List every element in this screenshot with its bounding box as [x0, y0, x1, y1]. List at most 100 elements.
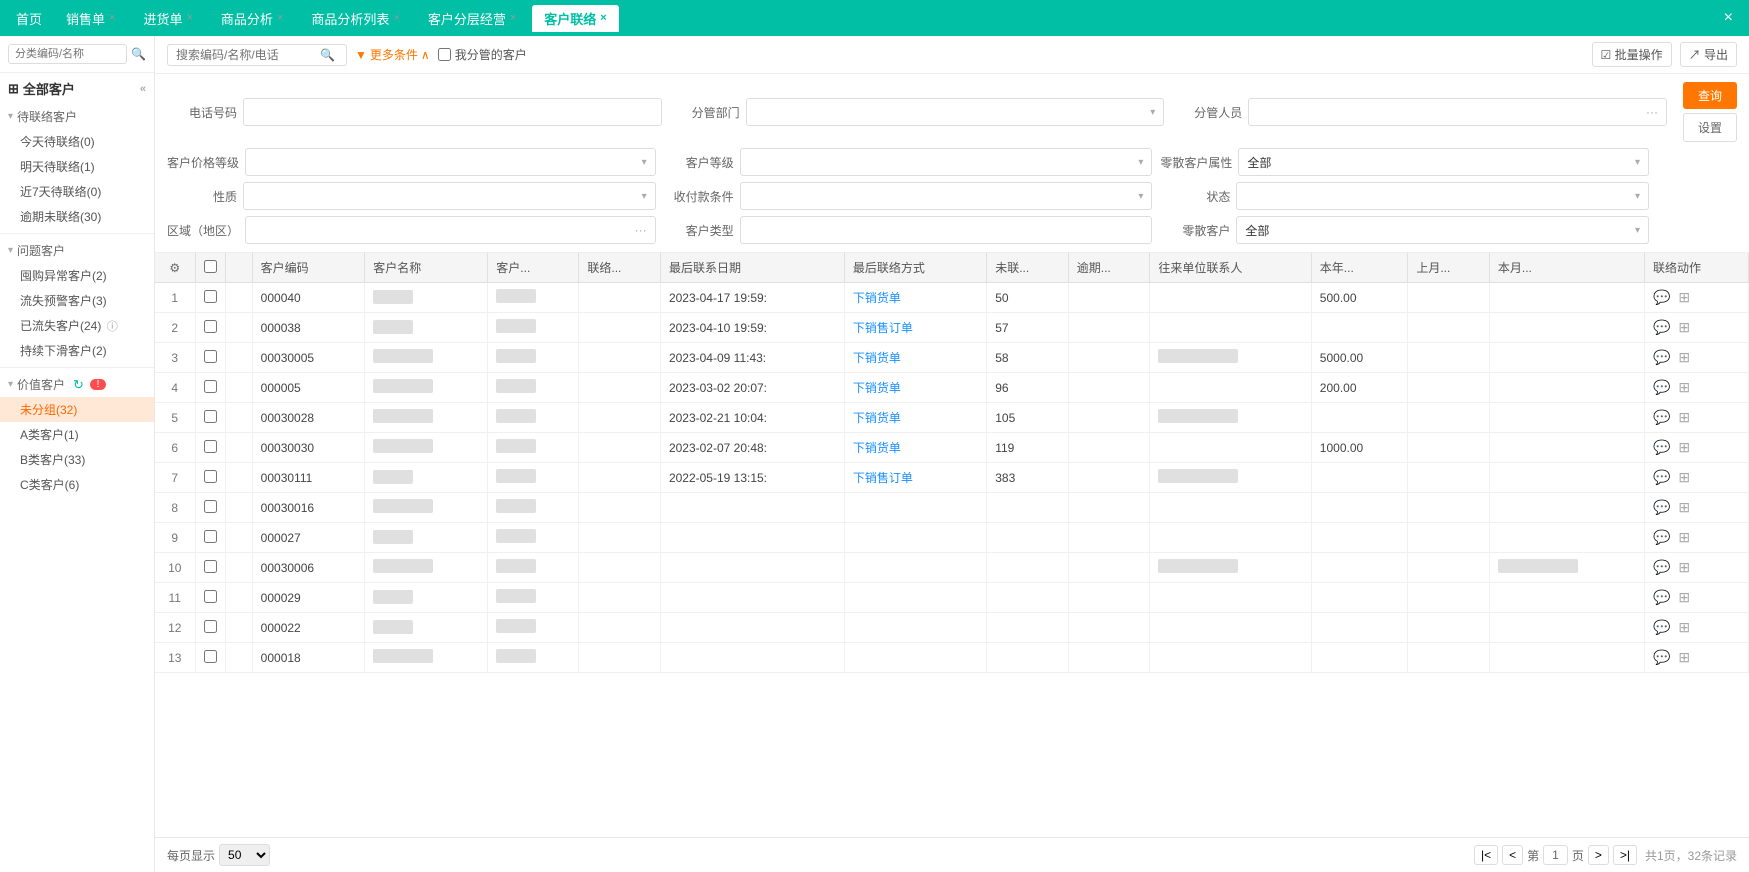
- row-checkbox[interactable]: [204, 380, 217, 393]
- table-cell[interactable]: 下销货单: [844, 433, 986, 463]
- batch-operation-btn[interactable]: ☑ 批量操作: [1592, 42, 1672, 67]
- grid-action-icon[interactable]: ⊞: [1678, 319, 1690, 336]
- col-type[interactable]: 客户...: [488, 253, 579, 283]
- tab-purchase-close[interactable]: ×: [186, 12, 192, 24]
- chat-icon[interactable]: 💬: [1653, 409, 1670, 426]
- query-button[interactable]: 查询: [1683, 82, 1737, 109]
- filter-search-icon[interactable]: 🔍: [320, 48, 335, 62]
- tab-customer-contact[interactable]: 客户联络 ×: [532, 5, 618, 32]
- row-checkbox[interactable]: [204, 290, 217, 303]
- chat-icon[interactable]: 💬: [1653, 469, 1670, 486]
- refresh-icon[interactable]: ↻: [73, 377, 84, 393]
- last-contact-type-link[interactable]: 下销售订单: [853, 471, 913, 485]
- dept-select[interactable]: ▾: [746, 98, 1165, 126]
- col-uncontacted[interactable]: 未联...: [987, 253, 1069, 283]
- payment-select[interactable]: ▾: [740, 182, 1153, 210]
- col-last-contact-date[interactable]: 最后联系日期: [660, 253, 844, 283]
- row-checkbox[interactable]: [204, 650, 217, 663]
- row-checkbox[interactable]: [204, 620, 217, 633]
- row-checkbox[interactable]: [204, 350, 217, 363]
- home-tab[interactable]: 首页: [8, 5, 50, 32]
- first-page-btn[interactable]: |<: [1474, 845, 1498, 865]
- tab-customer-segment-close[interactable]: ×: [510, 12, 516, 24]
- col-overdue[interactable]: 逾期...: [1068, 253, 1150, 283]
- grid-action-icon[interactable]: ⊞: [1678, 559, 1690, 576]
- tab-purchase[interactable]: 进货单 ×: [131, 5, 204, 32]
- col-contact[interactable]: 联络...: [579, 253, 661, 283]
- chat-icon[interactable]: 💬: [1653, 499, 1670, 516]
- chat-icon[interactable]: 💬: [1653, 589, 1670, 606]
- sidebar-item-churn-warning[interactable]: 流失预警客户(3): [0, 288, 154, 313]
- chat-icon[interactable]: 💬: [1653, 529, 1670, 546]
- table-cell[interactable]: 下销货单: [844, 373, 986, 403]
- col-this-month[interactable]: 本月...: [1489, 253, 1644, 283]
- sidebar-group-value[interactable]: ▾ 价值客户 ↻ !: [0, 372, 154, 397]
- row-checkbox[interactable]: [204, 410, 217, 423]
- chat-icon[interactable]: 💬: [1653, 439, 1670, 456]
- last-contact-type-link[interactable]: 下销货单: [853, 351, 901, 365]
- sidebar-search-input[interactable]: [8, 44, 127, 64]
- row-checkbox[interactable]: [204, 560, 217, 573]
- sidebar-item-class-c[interactable]: C类客户(6): [0, 472, 154, 497]
- grid-action-icon[interactable]: ⊞: [1678, 589, 1690, 606]
- table-cell[interactable]: 下销售订单: [844, 313, 986, 343]
- select-all-checkbox[interactable]: [204, 260, 217, 273]
- status-select[interactable]: ▾: [1236, 182, 1649, 210]
- filter-more-btn[interactable]: ▼ 更多条件 ∧: [355, 46, 430, 63]
- chat-icon[interactable]: 💬: [1653, 649, 1670, 666]
- sidebar-group-problem[interactable]: ▾ 问题客户: [0, 238, 154, 263]
- tab-product-analysis-close[interactable]: ×: [277, 12, 283, 24]
- last-page-btn[interactable]: >|: [1613, 845, 1637, 865]
- grid-action-icon[interactable]: ⊞: [1678, 469, 1690, 486]
- grid-action-icon[interactable]: ⊞: [1678, 379, 1690, 396]
- last-contact-type-link[interactable]: 下销货单: [853, 291, 901, 305]
- col-last-contact-type[interactable]: 最后联络方式: [844, 253, 986, 283]
- filter-search-input[interactable]: [176, 48, 316, 62]
- sidebar-item-class-b[interactable]: B类客户(33): [0, 447, 154, 472]
- last-contact-type-link[interactable]: 下销售订单: [853, 321, 913, 335]
- chat-icon[interactable]: 💬: [1653, 349, 1670, 366]
- chat-icon[interactable]: 💬: [1653, 379, 1670, 396]
- tab-product-analysis-list-close[interactable]: ×: [393, 12, 399, 24]
- grid-action-icon[interactable]: ⊞: [1678, 349, 1690, 366]
- customer-type-input[interactable]: [740, 216, 1153, 244]
- table-cell[interactable]: 下销货单: [844, 403, 986, 433]
- row-checkbox[interactable]: [204, 530, 217, 543]
- sidebar-item-ungroup[interactable]: 未分组(32): [0, 397, 154, 422]
- grid-action-icon[interactable]: ⊞: [1678, 439, 1690, 456]
- table-cell[interactable]: 下销售订单: [844, 463, 986, 493]
- row-checkbox[interactable]: [204, 590, 217, 603]
- my-customers-filter[interactable]: 我分管的客户: [438, 46, 527, 63]
- sidebar-all-customers[interactable]: ⊞ 全部客户 «: [0, 73, 154, 104]
- row-checkbox[interactable]: [204, 500, 217, 513]
- my-customers-checkbox[interactable]: [438, 48, 451, 61]
- sidebar-item-today-pending[interactable]: 今天待联络(0): [0, 129, 154, 154]
- tab-sales[interactable]: 销售单 ×: [54, 5, 127, 32]
- settings-icon[interactable]: ⚙: [155, 253, 195, 283]
- chat-icon[interactable]: 💬: [1653, 559, 1670, 576]
- col-unit-contact[interactable]: 往来单位联系人: [1150, 253, 1311, 283]
- region-input[interactable]: ···: [245, 216, 656, 244]
- tab-product-analysis-list[interactable]: 商品分析列表 ×: [299, 5, 411, 32]
- last-contact-type-link[interactable]: 下销货单: [853, 381, 901, 395]
- grid-action-icon[interactable]: ⊞: [1678, 289, 1690, 306]
- next-page-btn[interactable]: >: [1588, 845, 1609, 865]
- sidebar-item-class-a[interactable]: A类客户(1): [0, 422, 154, 447]
- grid-action-icon[interactable]: ⊞: [1678, 619, 1690, 636]
- grid-action-icon[interactable]: ⊞: [1678, 409, 1690, 426]
- sidebar-item-abnormal[interactable]: 囤购异常客户(2): [0, 263, 154, 288]
- phone-input[interactable]: [243, 98, 662, 126]
- grid-action-icon[interactable]: ⊞: [1678, 499, 1690, 516]
- col-this-year[interactable]: 本年...: [1311, 253, 1408, 283]
- table-cell[interactable]: 下销货单: [844, 343, 986, 373]
- sidebar-item-overdue[interactable]: 逾期未联络(30): [0, 204, 154, 229]
- tab-customer-segment[interactable]: 客户分层经营 ×: [416, 5, 528, 32]
- col-name[interactable]: 客户名称: [365, 253, 488, 283]
- row-checkbox[interactable]: [204, 320, 217, 333]
- row-checkbox[interactable]: [204, 470, 217, 483]
- col-code[interactable]: 客户编码: [252, 253, 365, 283]
- chat-icon[interactable]: 💬: [1653, 619, 1670, 636]
- reset-button[interactable]: 设置: [1683, 113, 1737, 142]
- person-input[interactable]: ···: [1248, 98, 1667, 126]
- col-last-month[interactable]: 上月...: [1408, 253, 1490, 283]
